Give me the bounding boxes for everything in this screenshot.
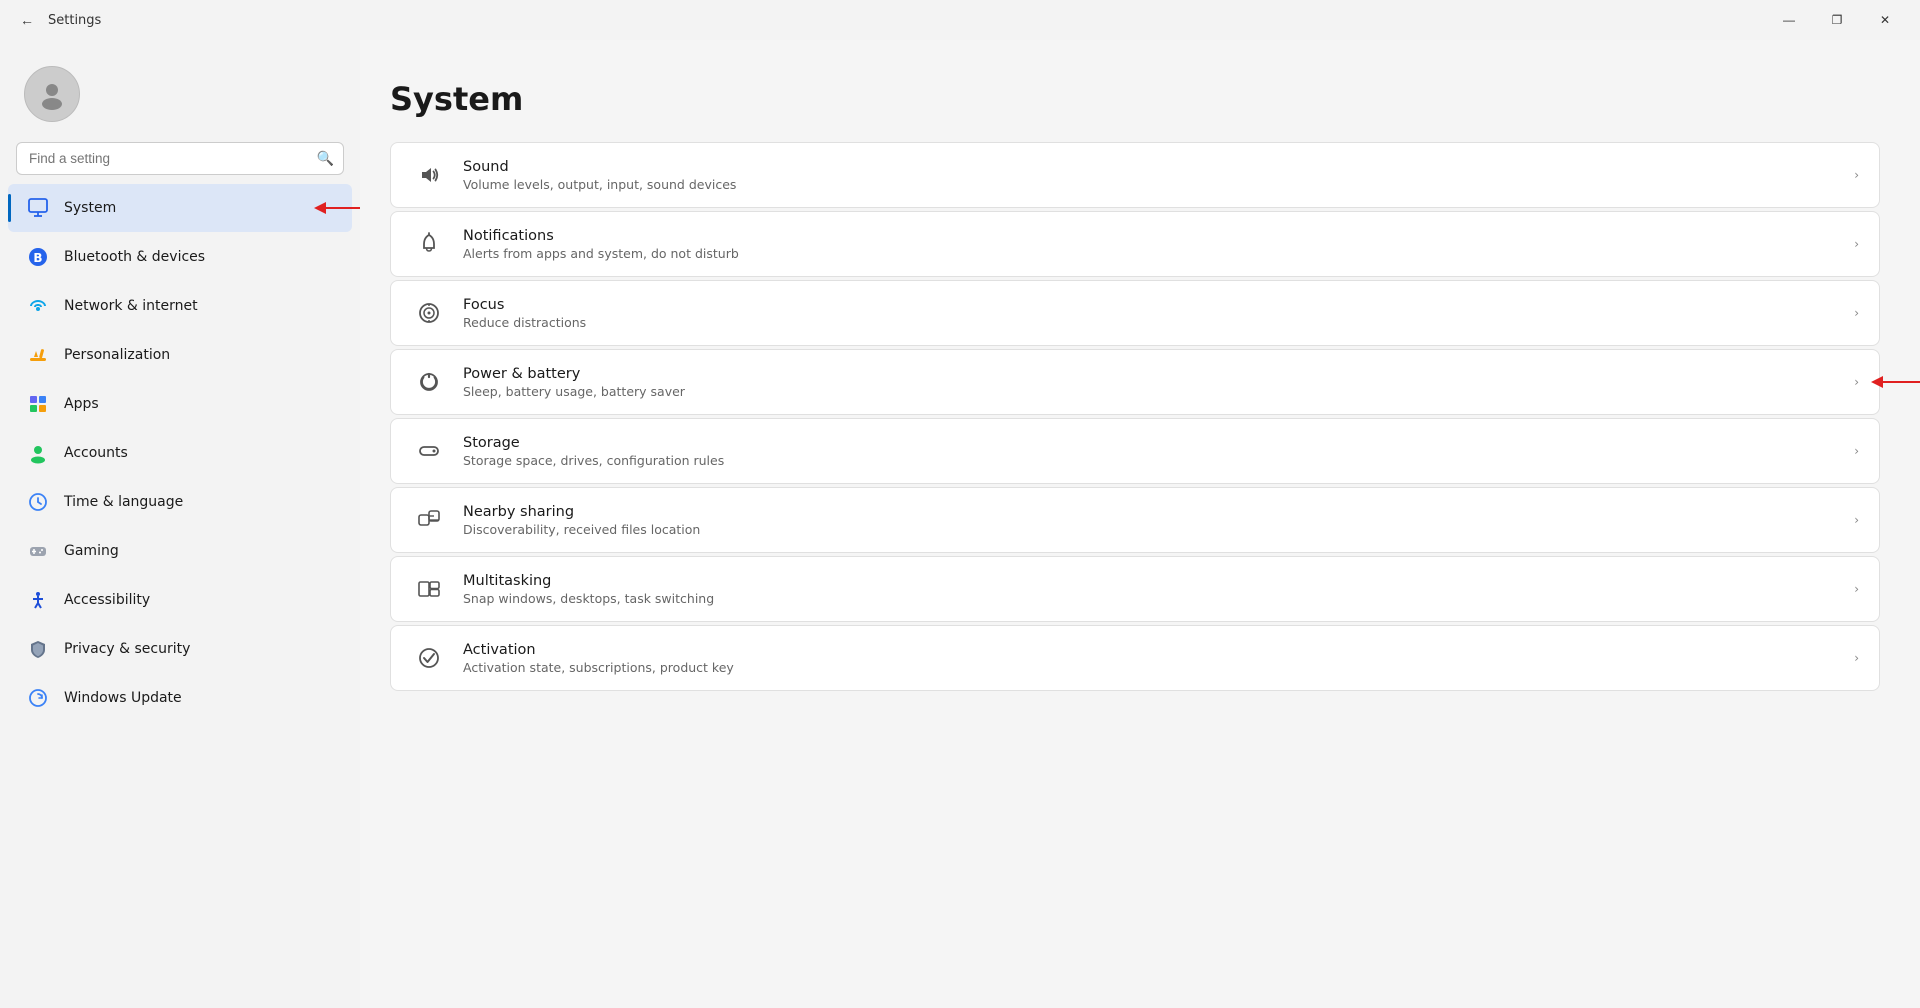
maximize-button[interactable]: ❐ — [1814, 4, 1860, 36]
gaming-icon — [24, 537, 52, 565]
sidebar-item-time-label: Time & language — [64, 494, 183, 510]
sidebar-item-update[interactable]: Windows Update — [8, 674, 352, 722]
activation-icon — [411, 640, 447, 676]
search-box: 🔍 — [16, 142, 344, 175]
power-icon — [411, 364, 447, 400]
privacy-icon — [24, 635, 52, 663]
nearby-chevron: › — [1854, 513, 1859, 527]
multitasking-desc: Snap windows, desktops, task switching — [463, 591, 1844, 606]
power-desc: Sleep, battery usage, battery saver — [463, 384, 1844, 399]
sidebar-item-apps[interactable]: Apps — [8, 380, 352, 428]
sidebar-item-accessibility[interactable]: Accessibility — [8, 576, 352, 624]
app-title: Settings — [48, 13, 101, 28]
settings-item-sound[interactable]: Sound Volume levels, output, input, soun… — [390, 142, 1880, 208]
settings-item-nearby[interactable]: Nearby sharing Discoverability, received… — [390, 487, 1880, 553]
sidebar-item-update-label: Windows Update — [64, 690, 182, 706]
search-input[interactable] — [16, 142, 344, 175]
sound-chevron: › — [1854, 168, 1859, 182]
focus-title: Focus — [463, 297, 1844, 313]
activation-title: Activation — [463, 642, 1844, 658]
system-icon — [24, 194, 52, 222]
power-chevron: › — [1854, 375, 1859, 389]
settings-item-notifications[interactable]: Notifications Alerts from apps and syste… — [390, 211, 1880, 277]
settings-item-power[interactable]: Power & battery Sleep, battery usage, ba… — [390, 349, 1880, 415]
settings-item-focus[interactable]: Focus Reduce distractions › — [390, 280, 1880, 346]
sidebar-item-personalization[interactable]: Personalization — [8, 331, 352, 379]
sidebar-item-system[interactable]: System 1 — [8, 184, 352, 232]
sidebar-item-gaming-label: Gaming — [64, 543, 119, 559]
focus-icon — [411, 295, 447, 331]
accessibility-icon — [24, 586, 52, 614]
titlebar: ← Settings — ❐ ✕ — [0, 0, 1920, 40]
back-button[interactable]: ← — [12, 5, 42, 35]
storage-icon — [411, 433, 447, 469]
activation-desc: Activation state, subscriptions, product… — [463, 660, 1844, 675]
svg-text:B: B — [33, 251, 42, 265]
power-title: Power & battery — [463, 366, 1844, 382]
notifications-icon — [411, 226, 447, 262]
settings-item-storage[interactable]: Storage Storage space, drives, configura… — [390, 418, 1880, 484]
sidebar-item-privacy[interactable]: Privacy & security — [8, 625, 352, 673]
settings-item-activation[interactable]: Activation Activation state, subscriptio… — [390, 625, 1880, 691]
focus-chevron: › — [1854, 306, 1859, 320]
sidebar-item-privacy-label: Privacy & security — [64, 641, 190, 657]
bluetooth-icon: B — [24, 243, 52, 271]
sound-desc: Volume levels, output, input, sound devi… — [463, 177, 1844, 192]
personalization-icon — [24, 341, 52, 369]
storage-title: Storage — [463, 435, 1844, 451]
focus-desc: Reduce distractions — [463, 315, 1844, 330]
activation-chevron: › — [1854, 651, 1859, 665]
multitasking-title: Multitasking — [463, 573, 1844, 589]
multitasking-chevron: › — [1854, 582, 1859, 596]
notifications-chevron: › — [1854, 237, 1859, 251]
close-button[interactable]: ✕ — [1862, 4, 1908, 36]
sidebar-item-time[interactable]: Time & language — [8, 478, 352, 526]
notifications-desc: Alerts from apps and system, do not dist… — [463, 246, 1844, 261]
content-area: System Sound Volume levels, output, inpu… — [360, 40, 1920, 1008]
update-icon — [24, 684, 52, 712]
notifications-title: Notifications — [463, 228, 1844, 244]
nearby-title: Nearby sharing — [463, 504, 1844, 520]
storage-chevron: › — [1854, 444, 1859, 458]
accounts-icon — [24, 439, 52, 467]
sidebar-item-bluetooth[interactable]: B Bluetooth & devices — [8, 233, 352, 281]
apps-icon — [24, 390, 52, 418]
sidebar: 🔍 System — [0, 40, 360, 1008]
sidebar-item-bluetooth-label: Bluetooth & devices — [64, 249, 205, 265]
main-layout: 🔍 System — [0, 40, 1920, 1008]
sidebar-item-apps-label: Apps — [64, 396, 99, 412]
sidebar-item-network-label: Network & internet — [64, 298, 198, 314]
page-title: System — [390, 80, 1880, 118]
sound-icon — [411, 157, 447, 193]
sidebar-item-network[interactable]: Network & internet — [8, 282, 352, 330]
settings-list: Sound Volume levels, output, input, soun… — [390, 142, 1880, 691]
storage-desc: Storage space, drives, configuration rul… — [463, 453, 1844, 468]
sidebar-item-accessibility-label: Accessibility — [64, 592, 150, 608]
nearby-desc: Discoverability, received files location — [463, 522, 1844, 537]
sidebar-nav: System 1 — [0, 183, 360, 723]
settings-item-multitasking[interactable]: Multitasking Snap windows, desktops, tas… — [390, 556, 1880, 622]
sidebar-item-system-label: System — [64, 200, 116, 216]
network-icon — [24, 292, 52, 320]
sidebar-profile — [0, 50, 360, 142]
nearby-icon — [411, 502, 447, 538]
sound-title: Sound — [463, 159, 1844, 175]
avatar — [24, 66, 80, 122]
minimize-button[interactable]: — — [1766, 4, 1812, 36]
sidebar-item-personalization-label: Personalization — [64, 347, 170, 363]
sidebar-item-accounts[interactable]: Accounts — [8, 429, 352, 477]
sidebar-item-gaming[interactable]: Gaming — [8, 527, 352, 575]
window-controls: — ❐ ✕ — [1766, 4, 1908, 36]
sidebar-item-accounts-label: Accounts — [64, 445, 128, 461]
multitasking-icon — [411, 571, 447, 607]
time-icon — [24, 488, 52, 516]
